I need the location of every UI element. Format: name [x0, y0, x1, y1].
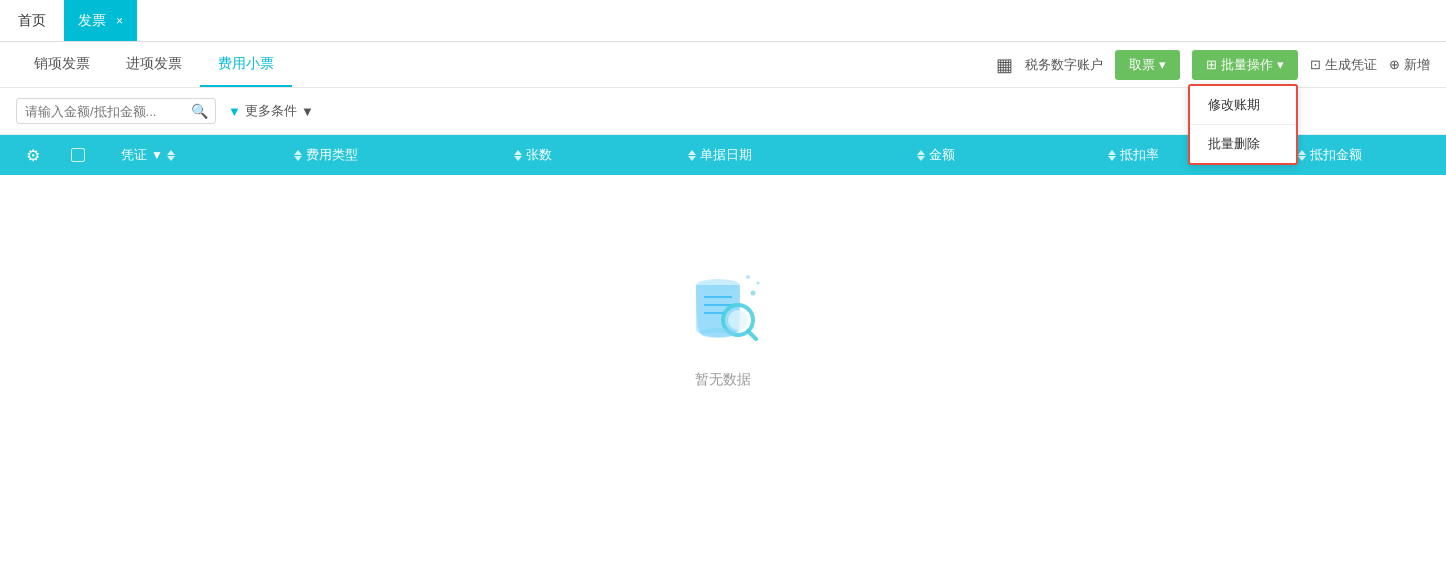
batch-op-label: 批量操作: [1221, 56, 1273, 74]
th-amount-sort[interactable]: [917, 150, 925, 161]
svg-line-7: [748, 331, 756, 339]
th-amount-label: 金额: [929, 146, 955, 164]
take-invoice-button[interactable]: 取票 ▾: [1115, 50, 1180, 80]
sort-up-icon: [514, 150, 522, 155]
tab-purchase-invoice[interactable]: 进项发票: [108, 42, 200, 87]
sub-tabs-bar: 销项发票 进项发票 费用小票 ▦ 税务数字账户 取票 ▾ ⊞: [0, 42, 1446, 88]
svg-point-6: [728, 310, 748, 330]
th-voucher[interactable]: 凭证 ▼: [98, 146, 198, 164]
th-deduct-rate-sort[interactable]: [1108, 150, 1116, 161]
th-expense-sort[interactable]: [294, 150, 302, 161]
more-conditions-chevron: ▼: [301, 104, 314, 119]
gen-voucher-icon: ⊡: [1310, 57, 1321, 72]
top-nav: 首页 发票 ×: [0, 0, 1446, 42]
th-deduct-amount-sort[interactable]: [1298, 150, 1306, 161]
sort-up-icon: [688, 150, 696, 155]
qr-button[interactable]: ▦: [996, 54, 1013, 76]
batch-op-dropdown: 修改账期 批量删除: [1188, 84, 1298, 165]
svg-point-10: [757, 282, 760, 285]
filter-funnel-icon: ▼: [228, 104, 241, 119]
sort-down-icon: [514, 156, 522, 161]
th-settings[interactable]: ⚙: [8, 146, 58, 165]
more-conditions-button[interactable]: ▼ 更多条件 ▼: [228, 102, 314, 120]
add-button[interactable]: ⊕ 新增: [1389, 56, 1430, 74]
sort-up-icon: [167, 150, 175, 155]
content-area: 销项发票 进项发票 费用小票 ▦ 税务数字账户 取票 ▾ ⊞: [0, 42, 1446, 584]
empty-state-icon: [673, 255, 773, 355]
qr-icon: ▦: [996, 54, 1013, 76]
search-icon: 🔍: [191, 103, 208, 119]
sort-up-icon: [294, 150, 302, 155]
gen-voucher-button[interactable]: ⊡ 生成凭证: [1310, 56, 1377, 74]
svg-point-8: [700, 328, 736, 338]
nav-home[interactable]: 首页: [0, 0, 64, 41]
tab-expense-receipt[interactable]: 费用小票: [200, 42, 292, 87]
th-amount[interactable]: 金额: [828, 146, 1045, 164]
th-date-label: 单据日期: [700, 146, 752, 164]
batch-op-icon: ⊞: [1206, 57, 1217, 72]
svg-point-9: [751, 291, 756, 296]
th-deduct-rate-label: 抵扣率: [1120, 146, 1159, 164]
batch-op-chevron: ▾: [1277, 57, 1284, 72]
sort-down-icon: [917, 156, 925, 161]
take-invoice-label: 取票: [1129, 56, 1155, 74]
tab-sales-invoice[interactable]: 销项发票: [16, 42, 108, 87]
dropdown-item-modify-period[interactable]: 修改账期: [1190, 86, 1296, 124]
empty-state-text: 暂无数据: [695, 371, 751, 389]
th-date-sort[interactable]: [688, 150, 696, 161]
svg-point-11: [746, 275, 750, 279]
add-icon: ⊕: [1389, 57, 1400, 72]
settings-gear-icon: ⚙: [26, 146, 40, 165]
sort-down-icon: [167, 156, 175, 161]
tax-digital-account[interactable]: 税务数字账户: [1025, 56, 1103, 74]
sub-tabs-left: 销项发票 进项发票 费用小票: [16, 42, 292, 87]
empty-state: 暂无数据: [0, 175, 1446, 469]
nav-tab-close[interactable]: ×: [116, 14, 123, 28]
sub-tabs-right: ▦ 税务数字账户 取票 ▾ ⊞ 批量操作 ▾ 修改账期 批量删除: [996, 50, 1430, 80]
sort-down-icon: [1298, 156, 1306, 161]
dropdown-item-batch-delete[interactable]: 批量删除: [1190, 125, 1296, 163]
th-voucher-filter-icon: ▼: [151, 148, 163, 162]
th-count-sort[interactable]: [514, 150, 522, 161]
add-label: 新增: [1404, 56, 1430, 74]
sort-up-icon: [917, 150, 925, 155]
more-conditions-label: 更多条件: [245, 102, 297, 120]
th-count[interactable]: 张数: [455, 146, 611, 164]
sort-up-icon: [1108, 150, 1116, 155]
header-checkbox[interactable]: [71, 148, 85, 162]
th-date[interactable]: 单据日期: [611, 146, 828, 164]
th-expense-type[interactable]: 费用类型: [198, 146, 455, 164]
th-count-label: 张数: [526, 146, 552, 164]
search-input[interactable]: [25, 104, 185, 119]
search-input-wrap[interactable]: 🔍: [16, 98, 216, 124]
take-invoice-chevron: ▾: [1159, 57, 1166, 72]
batch-op-container: ⊞ 批量操作 ▾ 修改账期 批量删除: [1192, 50, 1298, 80]
th-deduct-amount-label: 抵扣金额: [1310, 146, 1362, 164]
sort-down-icon: [688, 156, 696, 161]
th-checkbox[interactable]: [58, 148, 98, 162]
th-voucher-label: 凭证: [121, 146, 147, 164]
sort-up-icon: [1298, 150, 1306, 155]
batch-op-button[interactable]: ⊞ 批量操作 ▾: [1192, 50, 1298, 80]
th-voucher-sort[interactable]: [167, 150, 175, 161]
nav-tab-invoice-label: 发票: [78, 12, 106, 30]
sort-down-icon: [1108, 156, 1116, 161]
th-expense-type-label: 费用类型: [306, 146, 358, 164]
nav-tab-invoice[interactable]: 发票 ×: [64, 0, 137, 41]
gen-voucher-label: 生成凭证: [1325, 56, 1377, 74]
sort-down-icon: [294, 156, 302, 161]
